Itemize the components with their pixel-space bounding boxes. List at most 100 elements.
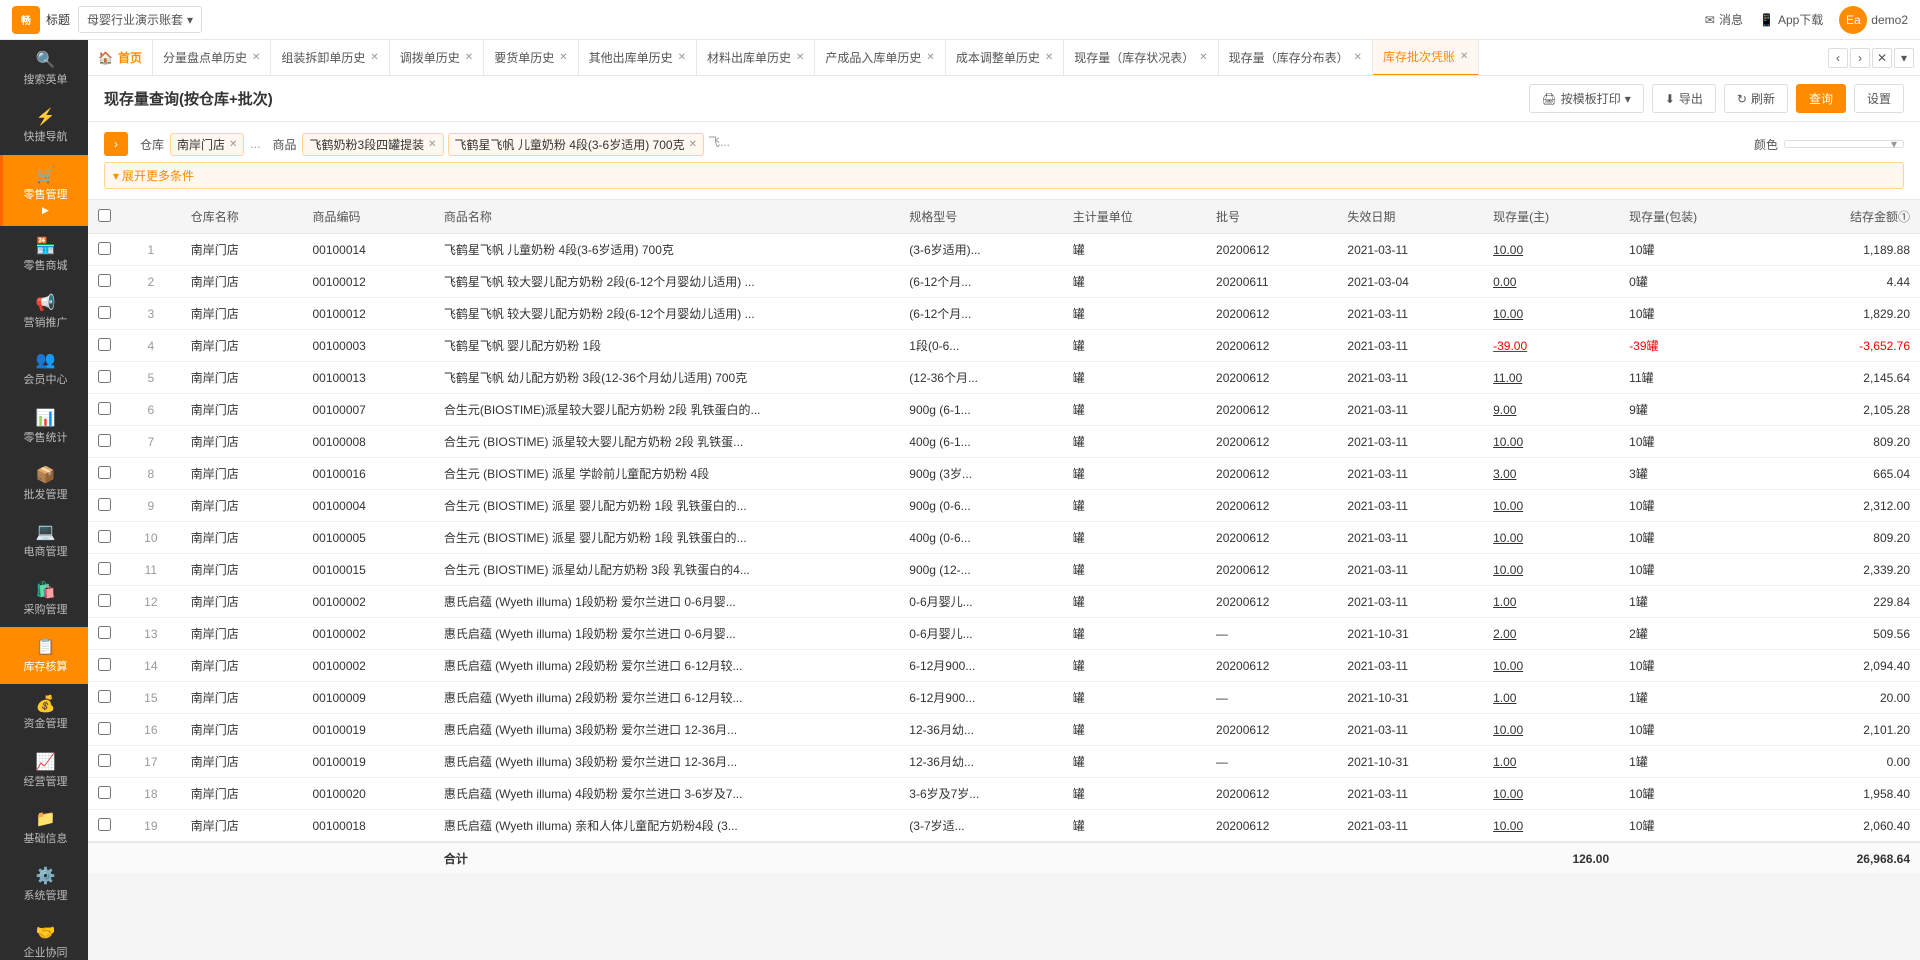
- row-stock-main[interactable]: -39.00: [1483, 330, 1619, 362]
- row-stock-main[interactable]: 3.00: [1483, 458, 1619, 490]
- tab-product-in-close[interactable]: ✕: [926, 52, 934, 63]
- tab-split-count-close[interactable]: ✕: [252, 52, 260, 63]
- sidebar-item-quick-nav[interactable]: ⚡ 快捷导航: [0, 97, 88, 154]
- tab-next-btn[interactable]: ›: [1850, 48, 1870, 68]
- row-checkbox[interactable]: [98, 306, 111, 319]
- row-stock-main[interactable]: 10.00: [1483, 714, 1619, 746]
- row-checkbox[interactable]: [98, 274, 111, 287]
- tab-home[interactable]: 🏠 首页: [88, 40, 153, 76]
- row-checkbox[interactable]: [98, 754, 111, 767]
- row-stock-main[interactable]: 10.00: [1483, 554, 1619, 586]
- row-checkbox[interactable]: [98, 434, 111, 447]
- tab-inventory-dist-close[interactable]: ✕: [1354, 52, 1362, 63]
- color-input[interactable]: ▾: [1784, 140, 1904, 148]
- product-tag-1[interactable]: 飞鹤奶粉3段四罐提装 ✕: [302, 133, 443, 156]
- row-stock-main[interactable]: 10.00: [1483, 298, 1619, 330]
- tab-inventory-dist[interactable]: 现存量（库存分布表） ✕: [1219, 40, 1373, 76]
- tab-transfer-close[interactable]: ✕: [465, 52, 473, 63]
- sidebar-item-inventory[interactable]: 📋 库存核算: [0, 627, 88, 684]
- tab-transfer[interactable]: 调拨单历史 ✕: [390, 40, 484, 76]
- product-tag-2-close[interactable]: ✕: [689, 139, 697, 150]
- row-stock-main[interactable]: 10.00: [1483, 778, 1619, 810]
- tab-inventory-status-close[interactable]: ✕: [1199, 52, 1207, 63]
- row-checkbox[interactable]: [98, 690, 111, 703]
- row-checkbox[interactable]: [98, 530, 111, 543]
- row-stock-main[interactable]: 1.00: [1483, 586, 1619, 618]
- sidebar-item-ecommerce[interactable]: 💻 电商管理: [0, 512, 88, 569]
- tab-require[interactable]: 要货单历史 ✕: [484, 40, 578, 76]
- sidebar-item-enterprise[interactable]: 🤝 企业协同: [0, 913, 88, 960]
- sidebar-item-finance[interactable]: 💰 资金管理: [0, 684, 88, 741]
- tab-cost-adjust[interactable]: 成本调整单历史 ✕: [946, 40, 1064, 76]
- tab-product-in[interactable]: 产成品入库单历史 ✕: [815, 40, 945, 76]
- tab-close-btn[interactable]: ✕: [1872, 48, 1892, 68]
- tab-material-out-close[interactable]: ✕: [796, 52, 804, 63]
- row-checkbox[interactable]: [98, 498, 111, 511]
- row-checkbox[interactable]: [98, 242, 111, 255]
- messages-btn[interactable]: ✉ 消息: [1705, 11, 1743, 28]
- warehouse-tag-1[interactable]: 南岸门店 ✕: [170, 133, 244, 156]
- tab-cost-adjust-close[interactable]: ✕: [1045, 52, 1053, 63]
- row-stock-main[interactable]: 1.00: [1483, 682, 1619, 714]
- sidebar-item-search[interactable]: 🔍 搜索英单: [0, 40, 88, 97]
- product-tag-2[interactable]: 飞鹤星飞帆 儿童奶粉 4段(3-6岁适用) 700克 ✕: [448, 133, 704, 156]
- tab-other-out-close[interactable]: ✕: [678, 52, 686, 63]
- row-stock-main[interactable]: 10.00: [1483, 490, 1619, 522]
- sidebar-item-marketing[interactable]: 📢 营销推广: [0, 283, 88, 340]
- row-stock-main[interactable]: 1.00: [1483, 746, 1619, 778]
- row-stock-main[interactable]: 10.00: [1483, 522, 1619, 554]
- row-stock-main[interactable]: 10.00: [1483, 426, 1619, 458]
- sidebar-item-member[interactable]: 👥 会员中心: [0, 340, 88, 397]
- row-stock-main[interactable]: 11.00: [1483, 362, 1619, 394]
- company-selector[interactable]: 母婴行业演示账套 ▾: [78, 6, 202, 33]
- row-checkbox[interactable]: [98, 594, 111, 607]
- row-checkbox[interactable]: [98, 562, 111, 575]
- row-stock-main[interactable]: 10.00: [1483, 810, 1619, 843]
- tab-require-close[interactable]: ✕: [559, 52, 567, 63]
- sidebar-item-basic-info[interactable]: 📁 基础信息: [0, 799, 88, 856]
- select-all-checkbox[interactable]: [98, 209, 111, 222]
- row-checkbox[interactable]: [98, 466, 111, 479]
- expand-conditions-btn[interactable]: ▾ 展开更多条件: [104, 162, 1904, 189]
- row-stock-main[interactable]: 10.00: [1483, 234, 1619, 266]
- sidebar-item-retail-mall[interactable]: 🏪 零售商城: [0, 226, 88, 283]
- tab-other-out[interactable]: 其他出库单历史 ✕: [579, 40, 697, 76]
- tab-inventory-status[interactable]: 现存量（库存状况表） ✕: [1064, 40, 1218, 76]
- sidebar-item-wholesale[interactable]: 📦 批发管理: [0, 455, 88, 512]
- tab-disassemble-close[interactable]: ✕: [370, 52, 378, 63]
- user-menu[interactable]: Ea demo2: [1839, 6, 1908, 34]
- row-checkbox[interactable]: [98, 402, 111, 415]
- tab-split-count[interactable]: 分量盘点单历史 ✕: [153, 40, 271, 76]
- sidebar-item-retail-stats[interactable]: 📊 零售统计: [0, 398, 88, 455]
- print-btn[interactable]: 🖨 按模板打印 ▾: [1529, 84, 1644, 113]
- row-checkbox[interactable]: [98, 818, 111, 831]
- row-stock-main[interactable]: 9.00: [1483, 394, 1619, 426]
- warehouse-tag-close[interactable]: ✕: [229, 139, 237, 150]
- row-checkbox[interactable]: [98, 338, 111, 351]
- tab-material-out[interactable]: 材料出库单历史 ✕: [697, 40, 815, 76]
- tab-batch-voucher-close[interactable]: ✕: [1460, 51, 1468, 62]
- tab-menu-btn[interactable]: ▾: [1894, 48, 1914, 68]
- filter-expand-btn[interactable]: ›: [104, 132, 128, 156]
- row-checkbox[interactable]: [98, 722, 111, 735]
- tab-batch-voucher[interactable]: 库存批次凭账 ✕: [1373, 40, 1479, 76]
- row-stock-main[interactable]: 2.00: [1483, 618, 1619, 650]
- product-tag-1-close[interactable]: ✕: [428, 139, 436, 150]
- row-checkbox[interactable]: [98, 786, 111, 799]
- tab-prev-btn[interactable]: ‹: [1828, 48, 1848, 68]
- settings-btn[interactable]: 设置: [1854, 84, 1904, 113]
- row-checkbox[interactable]: [98, 370, 111, 383]
- row-checkbox[interactable]: [98, 658, 111, 671]
- row-stock-main[interactable]: 10.00: [1483, 650, 1619, 682]
- tab-disassemble[interactable]: 组装拆卸单历史 ✕: [271, 40, 389, 76]
- sidebar-item-operations[interactable]: 📈 经营管理: [0, 742, 88, 799]
- query-btn[interactable]: 查询: [1796, 84, 1846, 113]
- row-stock-main[interactable]: 0.00: [1483, 266, 1619, 298]
- refresh-btn[interactable]: ↻ 刷新: [1724, 84, 1788, 113]
- row-checkbox[interactable]: [98, 626, 111, 639]
- sidebar-item-retail[interactable]: 🛒 零售管理 ▶: [0, 155, 88, 226]
- app-download-btn[interactable]: 📱 App下载: [1759, 11, 1823, 28]
- sidebar-item-purchase[interactable]: 🛍️ 采购管理: [0, 570, 88, 627]
- sidebar-item-system[interactable]: ⚙️ 系统管理: [0, 856, 88, 913]
- export-btn[interactable]: ⬇ 导出: [1652, 84, 1716, 113]
